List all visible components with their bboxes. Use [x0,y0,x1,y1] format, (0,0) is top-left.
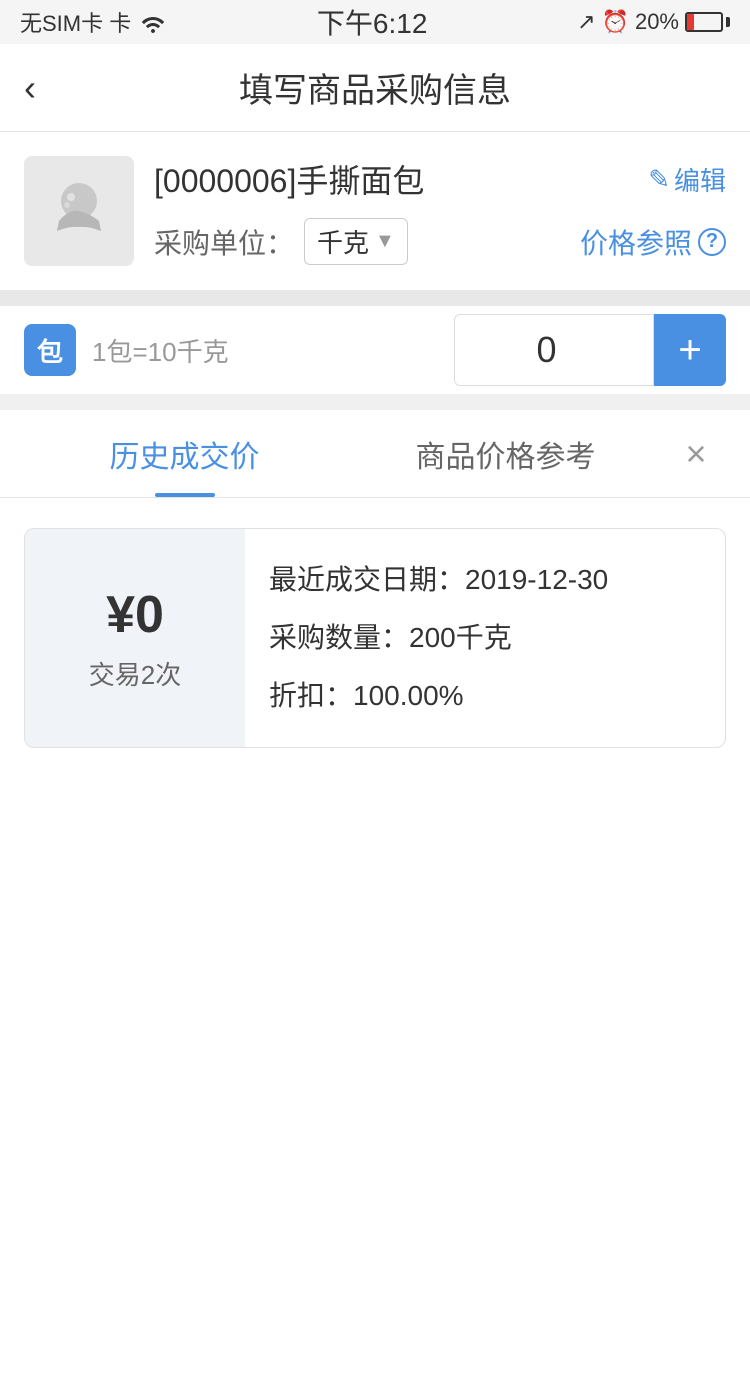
info-icon: ? [698,228,726,256]
header: ‹ 填写商品采购信息 [0,44,750,132]
history-price-summary: ¥0 交易2次 [25,529,245,747]
wifi-icon [139,11,167,33]
unit-info: 包 1包=10千克 [24,324,229,376]
product-card: [0000006]手撕面包 ✎ 编辑 采购单位： 千克 ▼ 价格参照 ? [0,132,750,290]
alarm-icon: ⏰ [602,9,629,35]
location-icon: ↗ [577,9,595,35]
empty-space [0,778,750,1378]
history-section: ¥0 交易2次 最近成交日期：2019-12-30 采购数量：200千克 折扣：… [0,498,750,778]
history-date: 最近成交日期：2019-12-30 [269,559,701,601]
quantity-input[interactable] [454,314,654,386]
back-button[interactable]: ‹ [24,67,36,109]
page-title: 填写商品采购信息 [239,63,511,112]
unit-label-text: 采购单位： [154,222,294,262]
quantity-row: 包 1包=10千克 + [0,306,750,394]
status-time: 下午6:12 [317,2,428,42]
status-bar: 无SIM卡 卡 下午6:12 ↗ ⏰ 20% [0,0,750,44]
product-info: [0000006]手撕面包 ✎ 编辑 采购单位： 千克 ▼ 价格参照 ? [154,156,726,265]
product-name: [0000006]手撕面包 [154,156,424,202]
quantity-plus-button[interactable]: + [654,314,726,386]
panel-close-button[interactable]: × [666,424,726,484]
quantity-input-group: + [454,314,726,386]
price-ref-button[interactable]: 价格参照 ? [580,222,726,262]
tab-history-price[interactable]: 历史成交价 [24,410,345,497]
unit-equiv: 1包=10千克 [92,332,229,369]
status-carrier: 无SIM卡 卡 [20,6,167,38]
history-qty: 采购数量：200千克 [269,617,701,659]
tab-price-ref[interactable]: 商品价格参考 [345,410,666,497]
edit-button[interactable]: ✎ 编辑 [648,161,726,198]
section-divider [0,290,750,306]
history-price: ¥0 [106,585,164,645]
status-right: ↗ ⏰ 20% [577,9,730,35]
history-details: 最近成交日期：2019-12-30 采购数量：200千克 折扣：100.00% [245,529,725,747]
panel-divider [0,394,750,410]
history-discount: 折扣：100.00% [269,675,701,717]
edit-icon: ✎ [648,164,670,195]
tab-row: 历史成交价 商品价格参考 × [0,410,750,498]
battery-indicator [685,12,730,32]
bottom-panel: 历史成交价 商品价格参考 × ¥0 交易2次 最近成交日期：2019-12-30 [0,410,750,1378]
dropdown-icon: ▼ [375,230,395,253]
trade-count: 交易2次 [89,655,181,692]
unit-badge: 包 [24,324,76,376]
history-card: ¥0 交易2次 最近成交日期：2019-12-30 采购数量：200千克 折扣：… [24,528,726,748]
unit-selector[interactable]: 千克 ▼ [304,218,408,265]
product-image [24,156,134,266]
